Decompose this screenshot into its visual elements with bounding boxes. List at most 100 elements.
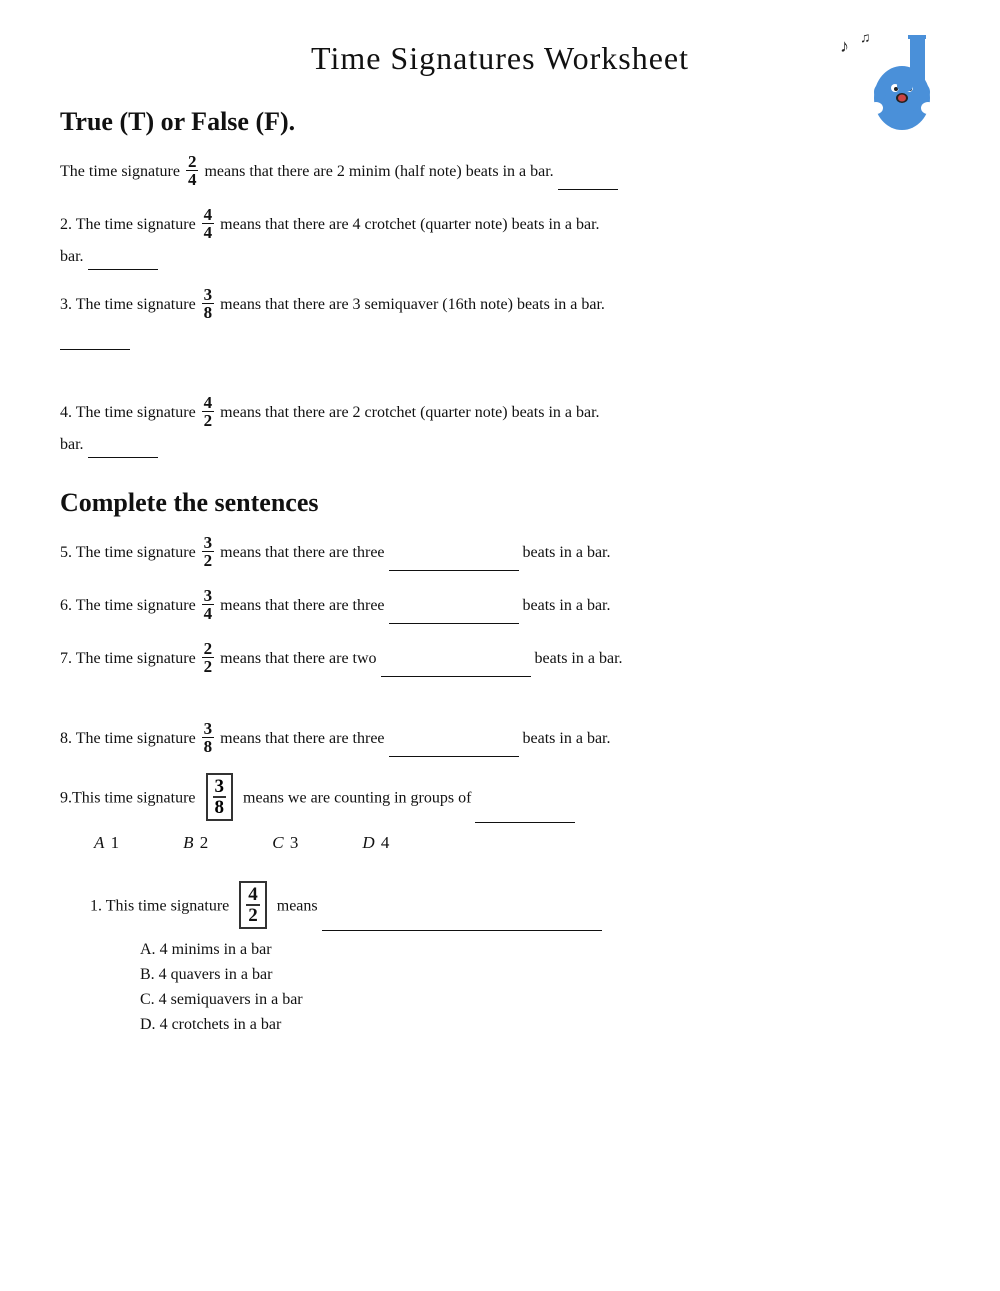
q9-option-d: D 4 [360,833,389,853]
q1-blank [558,172,618,190]
q7-sig-top: 2 [202,640,215,658]
q2-prefix: 2. The time signature [60,216,200,233]
q9-option-b-val: 2 [200,833,209,852]
option-a-letter: A. [140,941,156,958]
q1-sig-top: 2 [186,153,199,171]
option-a: A. 4 minims in a bar [140,941,940,959]
q1-prefix: The time signature [60,163,184,180]
q1b-sig-top: 4 [246,885,260,906]
q8-suffix: beats in a bar. [523,730,611,747]
q3-time-sig: 3 8 [202,286,215,321]
q1b-sig-bot: 2 [246,906,260,925]
q7-time-sig: 2 2 [202,640,215,675]
q8-text: means that there are three [220,730,384,747]
question-1: The time signature 2 4 means that there … [60,155,940,190]
q1-text: means that there are 2 minim (half note)… [204,163,553,180]
question-7: 7. The time signature 2 2 means that the… [60,642,940,677]
q7-suffix: beats in a bar. [535,650,623,667]
q3-sig-bot: 8 [202,304,215,321]
q8-blank [389,739,519,757]
question-6: 6. The time signature 3 4 means that the… [60,589,940,624]
q6-time-sig: 3 4 [202,587,215,622]
q5-sig-bot: 2 [202,552,215,569]
section3: 9.This time signature 3 8 means we are c… [60,775,940,853]
q2-sig-top: 4 [202,206,215,224]
q6-prefix: 6. The time signature [60,597,200,614]
q2-time-sig: 4 4 [202,206,215,241]
q7-blank [381,659,531,677]
q2-blank [88,252,158,270]
q9-time-sig: 3 8 [206,773,234,821]
q1b-options: A. 4 minims in a bar B. 4 quavers in a b… [140,941,940,1034]
q9-option-a: A 1 [92,833,119,853]
q6-sig-bot: 4 [202,605,215,622]
option-a-text: 4 minims in a bar [160,941,272,958]
svg-text:♫: ♫ [860,31,871,46]
q9-sig-top: 3 [213,777,227,798]
section1-title: True (T) or False (F). [60,107,940,137]
question-5: 5. The time signature 3 2 means that the… [60,536,940,571]
option-d-letter: D. [140,1016,156,1033]
option-c-text: 4 semiquavers in a bar [159,991,303,1008]
svg-text:♪: ♪ [840,36,849,56]
q4-sig-top: 4 [202,394,215,412]
q5-text: means that there are three [220,544,384,561]
q9-options: A 1 B 2 C 3 D 4 [90,833,940,853]
q6-suffix: beats in a bar. [523,597,611,614]
q6-text: means that there are three [220,597,384,614]
q1b-text: means [277,898,318,915]
q1-sig-bot: 4 [186,171,199,188]
q-num-1: 1. [90,898,106,915]
option-d: D. 4 crotchets in a bar [140,1016,940,1034]
q4-bar-label: bar. [60,436,88,453]
q4-blank [88,440,158,458]
option-b-letter: B. [140,966,155,983]
q3-prefix: 3. The time signature [60,296,200,313]
q5-time-sig: 3 2 [202,534,215,569]
q5-sig-top: 3 [202,534,215,552]
q6-sig-top: 3 [202,587,215,605]
option-b-text: 4 quavers in a bar [159,966,273,983]
q8-prefix: 8. The time signature [60,730,200,747]
question-4: 4. The time signature 4 2 means that the… [60,368,940,457]
q9-option-a-val: 1 [111,833,120,852]
q2-bar-label: bar. [60,248,88,265]
q3-sig-top: 3 [202,286,215,304]
q5-suffix: beats in a bar. [523,544,611,561]
q4-text: means that there are 2 crotchet (quarter… [220,404,599,421]
q7-sig-bot: 2 [202,658,215,675]
section4: 1. This time signature 4 2 means A. 4 mi… [90,883,940,1034]
option-c-letter: C. [140,991,155,1008]
question-3: 3. The time signature 3 8 means that the… [60,288,940,350]
q5-prefix: 5. The time signature [60,544,200,561]
music-character-illustration: ♪ ♫ [830,30,940,140]
q1-time-sig: 2 4 [186,153,199,188]
section2-title: Complete the sentences [60,488,940,518]
q6-blank [389,606,519,624]
q9-prefix: 9.This time signature [60,790,196,807]
question-2: 2. The time signature 4 4 means that the… [60,208,940,270]
q1b-prefix: This time signature [106,898,230,915]
q7-prefix: 7. The time signature [60,650,200,667]
q9-text: means we are counting in groups of [243,790,471,807]
option-d-text: 4 crotchets in a bar [160,1016,282,1033]
q9-option-c-val: 3 [290,833,299,852]
option-c: C. 4 semiquavers in a bar [140,991,940,1009]
q4-prefix: 4. The time signature [60,404,200,421]
q9-option-c: C 3 [270,833,298,853]
q9-sig-bot: 8 [213,798,227,817]
q7-text: means that there are two [220,650,376,667]
q5-blank [389,553,519,571]
section1: True (T) or False (F). The time signatur… [60,107,940,458]
option-b: B. 4 quavers in a bar [140,966,940,984]
q4-sig-bot: 2 [202,412,215,429]
section2: Complete the sentences 5. The time signa… [60,488,940,757]
q8-time-sig: 3 8 [202,720,215,755]
q4-time-sig: 4 2 [202,394,215,429]
q3-blank [60,332,130,350]
page-header: Time Signatures Worksheet ♪ ♫ [60,40,940,77]
q2-text: means that there are 4 crotchet (quarter… [220,216,599,233]
q8-sig-top: 3 [202,720,215,738]
q2-sig-bot: 4 [202,224,215,241]
q3-text: means that there are 3 semiquaver (16th … [220,296,605,313]
